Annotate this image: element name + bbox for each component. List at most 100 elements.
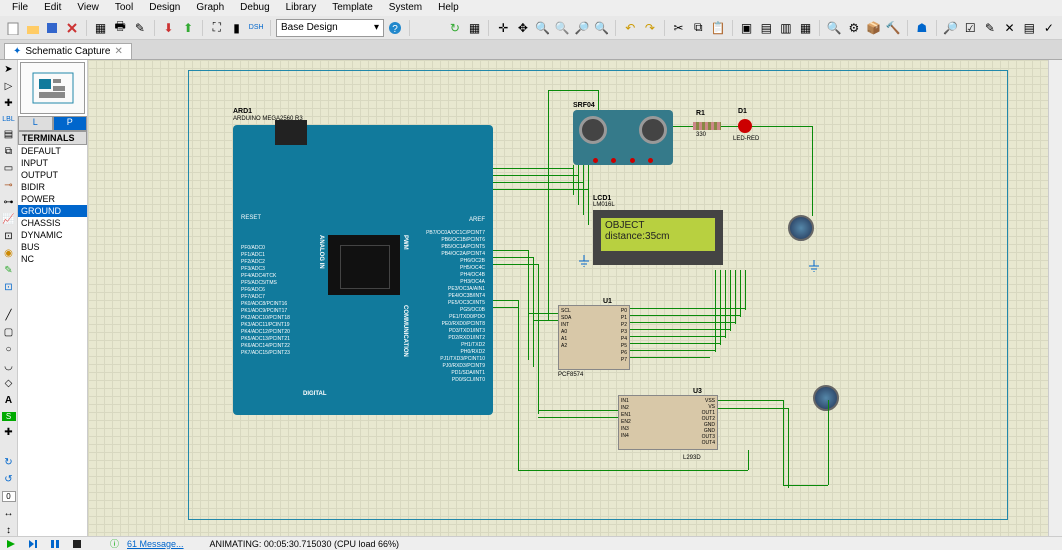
delete-icon[interactable]: ✕ bbox=[1001, 19, 1019, 37]
save-button[interactable] bbox=[43, 19, 61, 37]
import-icon[interactable]: ⬇ bbox=[160, 19, 178, 37]
picker-btn-p[interactable]: P bbox=[53, 116, 88, 131]
menu-design[interactable]: Design bbox=[141, 0, 188, 16]
component-motor1[interactable] bbox=[788, 215, 814, 241]
dsh-icon[interactable]: DSH bbox=[247, 19, 265, 37]
print-button[interactable]: 🖶 bbox=[111, 19, 129, 37]
bom-icon[interactable]: ▤ bbox=[1020, 19, 1038, 37]
menu-template[interactable]: Template bbox=[324, 0, 381, 16]
design-combo[interactable]: Base Design▾ bbox=[276, 19, 384, 37]
flip-h-icon[interactable]: ↔ bbox=[2, 508, 16, 519]
component-u1[interactable]: SCLSDAINTA0A1A2 P0P1P2P3P4P5P6P7 bbox=[558, 305, 630, 370]
box-tool-icon[interactable]: ▢ bbox=[2, 327, 16, 338]
subcircuit-tool-icon[interactable]: ▭ bbox=[2, 163, 16, 174]
search-icon[interactable]: 🔎 bbox=[942, 19, 960, 37]
usb-icon[interactable]: ▮ bbox=[228, 19, 246, 37]
make-icon[interactable]: ⚙ bbox=[845, 19, 863, 37]
block-rotate-icon[interactable]: ▥ bbox=[777, 19, 795, 37]
pin-tool-icon[interactable]: ⊶ bbox=[2, 197, 16, 208]
script-tool-icon[interactable]: ▤ bbox=[2, 129, 16, 140]
flip-v-icon[interactable]: ↕ bbox=[2, 525, 16, 536]
package-icon[interactable]: 📦 bbox=[865, 19, 883, 37]
rotate-cw-icon[interactable]: ↻ bbox=[2, 457, 16, 468]
menu-edit[interactable]: Edit bbox=[36, 0, 69, 16]
arc-tool-icon[interactable]: ◡ bbox=[2, 361, 16, 372]
picker-item-nc[interactable]: NC bbox=[18, 253, 87, 265]
menu-debug[interactable]: Debug bbox=[232, 0, 277, 16]
component-lcd[interactable]: OBJECT distance:35cm bbox=[593, 210, 723, 265]
rotate-ccw-icon[interactable]: ↺ bbox=[2, 474, 16, 485]
menu-file[interactable]: File bbox=[4, 0, 36, 16]
export-icon[interactable]: ⬆ bbox=[179, 19, 197, 37]
circle-tool-icon[interactable]: ○ bbox=[2, 344, 16, 355]
picker-item-input[interactable]: INPUT bbox=[18, 157, 87, 169]
block-copy-icon[interactable]: ▣ bbox=[738, 19, 756, 37]
probe-tool-icon[interactable]: ✎ bbox=[2, 265, 16, 276]
menu-system[interactable]: System bbox=[381, 0, 430, 16]
path-tool-icon[interactable]: ◇ bbox=[2, 378, 16, 389]
block-delete-icon[interactable]: ▦ bbox=[797, 19, 815, 37]
marker-tool-icon[interactable]: ✚ bbox=[2, 427, 16, 438]
play-button[interactable] bbox=[4, 538, 18, 550]
menu-view[interactable]: View bbox=[69, 0, 107, 16]
picker-item-bidir[interactable]: BIDIR bbox=[18, 181, 87, 193]
symbol-tool-icon[interactable]: S bbox=[2, 412, 16, 421]
help-button[interactable]: ? bbox=[386, 19, 404, 37]
menu-tool[interactable]: Tool bbox=[107, 0, 141, 16]
line-tool-icon[interactable]: ╱ bbox=[2, 310, 16, 321]
close-tab-icon[interactable]: ✕ bbox=[114, 46, 122, 57]
component-r1[interactable] bbox=[693, 122, 721, 130]
menu-graph[interactable]: Graph bbox=[188, 0, 232, 16]
picker-item-output[interactable]: OUTPUT bbox=[18, 169, 87, 181]
close-button[interactable] bbox=[63, 19, 81, 37]
instrument-tool-icon[interactable]: ⊡ bbox=[2, 282, 16, 293]
component-motor2[interactable] bbox=[813, 385, 839, 411]
new-button[interactable] bbox=[4, 19, 22, 37]
component-tool-icon[interactable]: ▷ bbox=[2, 81, 16, 92]
junction-tool-icon[interactable]: ✚ bbox=[2, 98, 16, 109]
picker-item-chassis[interactable]: CHASSIS bbox=[18, 217, 87, 229]
pan-center-icon[interactable]: ✥ bbox=[514, 19, 532, 37]
decompose-icon[interactable]: 🔨 bbox=[884, 19, 902, 37]
terminal-tool-icon[interactable]: ⊸ bbox=[2, 180, 16, 191]
zoom-in-icon[interactable]: 🔍 bbox=[534, 19, 552, 37]
tape-tool-icon[interactable]: ⊡ bbox=[2, 231, 16, 242]
picker-item-ground[interactable]: GROUND bbox=[18, 205, 87, 217]
open-button[interactable] bbox=[24, 19, 42, 37]
block-move-icon[interactable]: ▤ bbox=[757, 19, 775, 37]
erc-icon[interactable]: ✓ bbox=[1040, 19, 1058, 37]
angle-input[interactable]: 0 bbox=[2, 491, 16, 502]
picker-item-default[interactable]: DEFAULT bbox=[18, 145, 87, 157]
pause-button[interactable] bbox=[48, 538, 62, 550]
tab-schematic[interactable]: ✦ Schematic Capture ✕ bbox=[4, 43, 132, 59]
schematic-canvas[interactable]: ARD1 ARDUINO MEGA2560 R3 RESET AREF ANAL… bbox=[88, 60, 1048, 536]
redraw-icon[interactable]: ↻ bbox=[446, 19, 464, 37]
component-d1[interactable] bbox=[738, 119, 752, 133]
wire-auto-icon[interactable]: ☗ bbox=[913, 19, 931, 37]
print-area-icon[interactable]: ▦ bbox=[92, 19, 110, 37]
messages-link[interactable]: 61 Message... bbox=[127, 539, 184, 549]
picker-item-power[interactable]: POWER bbox=[18, 193, 87, 205]
component-u3[interactable]: IN1IN2EN1EN2IN3IN4 VSSVSOUT1OUT2GNDGNDOU… bbox=[618, 395, 718, 450]
cut-icon[interactable]: ✂ bbox=[670, 19, 688, 37]
component-srf04[interactable] bbox=[573, 110, 673, 165]
copy-icon[interactable]: ⧉ bbox=[689, 19, 707, 37]
bus-tool-icon[interactable]: ⧉ bbox=[2, 146, 16, 157]
selection-tool-icon[interactable]: ➤ bbox=[2, 64, 16, 75]
zoom-area-icon[interactable]: 🔍 bbox=[593, 19, 611, 37]
mark-icon[interactable]: ✎ bbox=[131, 19, 149, 37]
picker-btn-l[interactable]: L bbox=[18, 116, 53, 131]
undo-icon[interactable]: ↶ bbox=[621, 19, 639, 37]
redo-icon[interactable]: ↷ bbox=[641, 19, 659, 37]
property-icon[interactable]: ☑ bbox=[961, 19, 979, 37]
origin-icon[interactable]: ✛ bbox=[494, 19, 512, 37]
step-button[interactable] bbox=[26, 538, 40, 550]
menu-help[interactable]: Help bbox=[430, 0, 467, 16]
paste-icon[interactable]: 📋 bbox=[709, 19, 727, 37]
annotate-icon[interactable]: ✎ bbox=[981, 19, 999, 37]
picker-item-bus[interactable]: BUS bbox=[18, 241, 87, 253]
zoom-out-icon[interactable]: 🔍 bbox=[553, 19, 571, 37]
zoom-region-icon[interactable]: ⛶ bbox=[208, 19, 226, 37]
component-arduino[interactable]: RESET AREF ANALOG IN PWM COMMUNICATION D… bbox=[233, 125, 493, 415]
zoom-fit-icon[interactable]: 🔎 bbox=[573, 19, 591, 37]
